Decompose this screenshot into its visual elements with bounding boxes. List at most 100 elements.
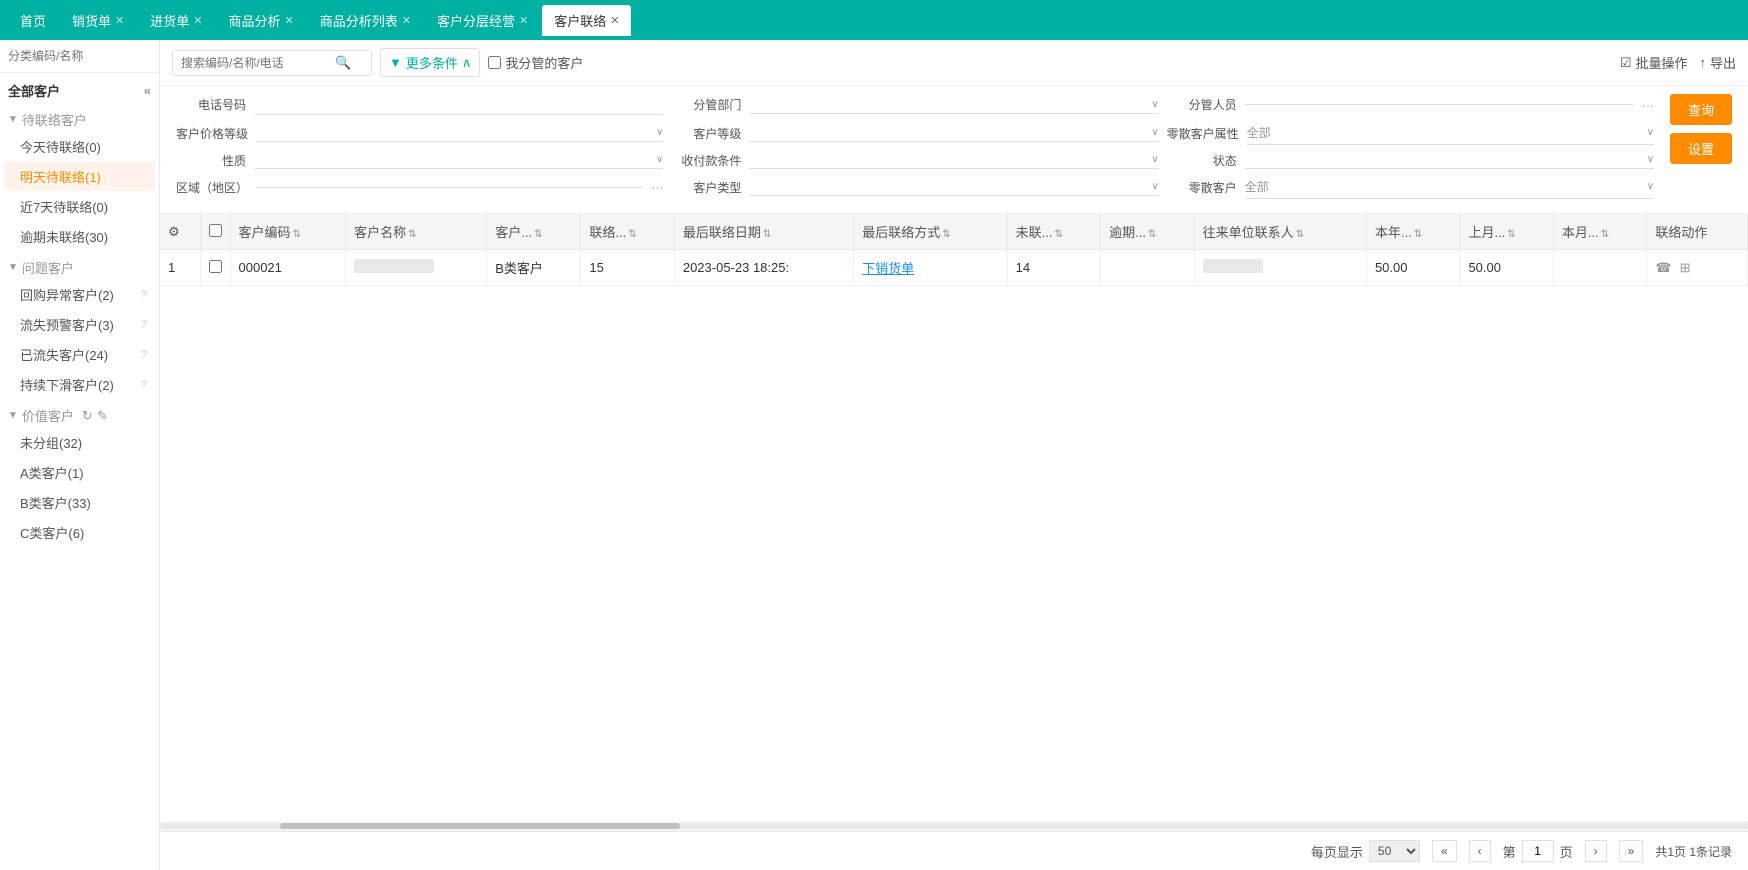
nav-customer-contact[interactable]: 客户联络 ✕	[542, 5, 631, 36]
filter-select-customer-type[interactable]: ∨	[749, 178, 1158, 196]
sidebar-section-problem: ▼ 问题客户	[0, 252, 159, 279]
sidebar-item-churned[interactable]: 已流失客户(24) ?	[4, 340, 155, 369]
nav-purchase-order[interactable]: 进货单 ✕	[138, 5, 214, 36]
th-no-contact: 未联...⇅	[1007, 214, 1100, 250]
section-value-refresh-icon[interactable]: ↻	[82, 408, 93, 424]
search-input[interactable]	[181, 56, 331, 70]
filter-select-retail-attr[interactable]: 全部 ∨	[1247, 121, 1654, 145]
search-icon[interactable]: 🔍	[335, 55, 351, 71]
filter-panel: 电话号码 分管部门 ∨ 分管人员	[160, 86, 1748, 214]
sidebar-item-class-c[interactable]: C类客户(6)	[4, 518, 155, 547]
filter-label-customer-level: 客户等级	[671, 125, 741, 142]
filter-select-payment[interactable]: ∨	[749, 151, 1158, 169]
table-gear-icon[interactable]: ⚙	[168, 224, 180, 239]
nav-home[interactable]: 首页	[8, 5, 58, 36]
caret-nature-icon: ∨	[656, 154, 663, 165]
row-checkbox[interactable]	[209, 260, 222, 273]
help-icon-abnormal: ?	[141, 289, 147, 301]
sort-code-icon: ⇅	[293, 229, 301, 240]
th-checkbox	[200, 214, 230, 250]
my-customers-label[interactable]: 我分管的客户	[488, 53, 583, 72]
close-customer-contact-icon[interactable]: ✕	[610, 14, 619, 27]
close-sales-order-icon[interactable]: ✕	[115, 14, 124, 27]
my-customers-checkbox[interactable]	[488, 56, 501, 69]
search-box: 🔍	[172, 50, 372, 76]
filter-cell-retail-customer: 零散客户 全部 ∨	[1167, 175, 1654, 199]
page-input[interactable]	[1522, 840, 1554, 862]
filter-cell-area: 区域（地区） ···	[176, 179, 663, 196]
nav-product-analysis-list[interactable]: 商品分析列表 ✕	[308, 5, 423, 36]
filter-cell-nature: 性质 ∨	[176, 151, 663, 169]
batch-op-icon: ☑	[1620, 55, 1632, 71]
caret-price-level-icon: ∨	[656, 127, 663, 138]
sidebar-item-class-a[interactable]: A类客户(1)	[4, 458, 155, 487]
sort-no-contact-icon: ⇅	[1055, 229, 1063, 240]
contact-method-link[interactable]: 下销货单	[862, 261, 914, 276]
filter-select-nature[interactable]: ∨	[254, 151, 663, 169]
filter-label-customer-type: 客户类型	[671, 179, 741, 196]
nav-sales-order[interactable]: 销货单 ✕	[60, 5, 136, 36]
th-last-month: 上月...⇅	[1460, 214, 1553, 250]
sort-overdue-icon: ⇅	[1148, 229, 1156, 240]
next-page-btn[interactable]: ›	[1585, 840, 1607, 862]
td-overdue	[1101, 250, 1194, 286]
sidebar-collapse-icon[interactable]: «	[144, 83, 151, 98]
th-name: 客户名称⇅	[346, 214, 487, 250]
td-last-month: 50.00	[1460, 250, 1553, 286]
sidebar-item-7day-contact[interactable]: 近7天待联络(0)	[4, 192, 155, 221]
page-size-select[interactable]: 50 100 200	[1369, 840, 1420, 862]
help-icon-churn-warning: ?	[141, 319, 147, 331]
th-actions: 联络动作	[1647, 214, 1748, 250]
table-header-row: ⚙ 客户编码⇅ 客户名称⇅ 客户...⇅	[160, 214, 1748, 250]
last-page-btn[interactable]: »	[1619, 840, 1644, 862]
close-product-analysis-list-icon[interactable]: ✕	[402, 14, 411, 27]
filter-select-price-level[interactable]: ∨	[256, 124, 663, 142]
caret-payment-icon: ∨	[1151, 154, 1158, 165]
prev-page-btn[interactable]: ‹	[1469, 840, 1491, 862]
filter-select-retail-customer[interactable]: 全部 ∨	[1245, 175, 1654, 199]
first-page-btn[interactable]: «	[1432, 840, 1457, 862]
sort-contact-num-icon: ⇅	[628, 229, 636, 240]
action-grid-icon[interactable]: ⊞	[1680, 260, 1691, 276]
close-product-analysis-icon[interactable]: ✕	[285, 14, 294, 27]
action-phone-icon[interactable]: ☎	[1655, 260, 1671, 276]
caret-customer-level-icon: ∨	[1151, 127, 1158, 138]
filter-row-1: 电话号码 分管部门 ∨ 分管人员	[176, 94, 1654, 115]
more-filter-btn[interactable]: ▼ 更多条件 ∧	[380, 48, 480, 77]
sidebar-item-class-b[interactable]: B类客户(33)	[4, 488, 155, 517]
sidebar-item-declining[interactable]: 持续下滑客户(2) ?	[4, 370, 155, 399]
td-name	[346, 250, 487, 286]
table-select-all-checkbox[interactable]	[209, 224, 222, 237]
section-value-edit-icon[interactable]: ✎	[97, 408, 108, 424]
horizontal-scrollbar[interactable]	[160, 821, 1748, 831]
sidebar-item-ungrouped[interactable]: 未分组(32)	[4, 428, 155, 457]
scroll-thumb[interactable]	[280, 823, 680, 829]
filter-select-customer-level[interactable]: ∨	[749, 124, 1158, 142]
filter-dots-area[interactable]: ···	[651, 180, 663, 194]
sidebar-item-tomorrow-contact[interactable]: 明天待联络(1)	[4, 162, 155, 191]
nav-customer-tier[interactable]: 客户分层经营 ✕	[425, 5, 540, 36]
sidebar-item-overdue-contact[interactable]: 逾期未联络(30)	[4, 222, 155, 251]
query-btn[interactable]: 查询	[1670, 94, 1732, 125]
section-problem-tri: ▼	[8, 262, 18, 273]
th-contact-person: 往来单位联系人⇅	[1194, 214, 1366, 250]
sidebar-item-today-contact[interactable]: 今天待联络(0)	[4, 132, 155, 161]
settings-btn[interactable]: 设置	[1670, 133, 1732, 164]
export-btn[interactable]: ↑ 导出	[1699, 53, 1736, 72]
th-this-month: 本月...⇅	[1553, 214, 1646, 250]
close-purchase-order-icon[interactable]: ✕	[193, 14, 202, 27]
filter-dots-manager[interactable]: ···	[1642, 98, 1654, 112]
sidebar-item-abnormal-repurchase[interactable]: 回购异常客户(2) ?	[4, 280, 155, 309]
filter-cell-dept: 分管部门 ∨	[671, 96, 1158, 114]
sidebar-search-input[interactable]	[8, 49, 160, 63]
filter-input-phone[interactable]	[254, 94, 663, 115]
close-customer-tier-icon[interactable]: ✕	[519, 14, 528, 27]
td-type: B类客户	[487, 250, 581, 286]
batch-op-btn[interactable]: ☑ 批量操作	[1620, 53, 1688, 72]
sidebar-item-churn-warning[interactable]: 流失预警客户(3) ?	[4, 310, 155, 339]
td-index: 1	[160, 250, 200, 286]
nav-product-analysis[interactable]: 商品分析 ✕	[216, 5, 305, 36]
toolbar-right: ☑ 批量操作 ↑ 导出	[1620, 53, 1736, 72]
filter-select-status[interactable]: ∨	[1245, 151, 1654, 169]
filter-select-dept[interactable]: ∨	[749, 96, 1158, 114]
